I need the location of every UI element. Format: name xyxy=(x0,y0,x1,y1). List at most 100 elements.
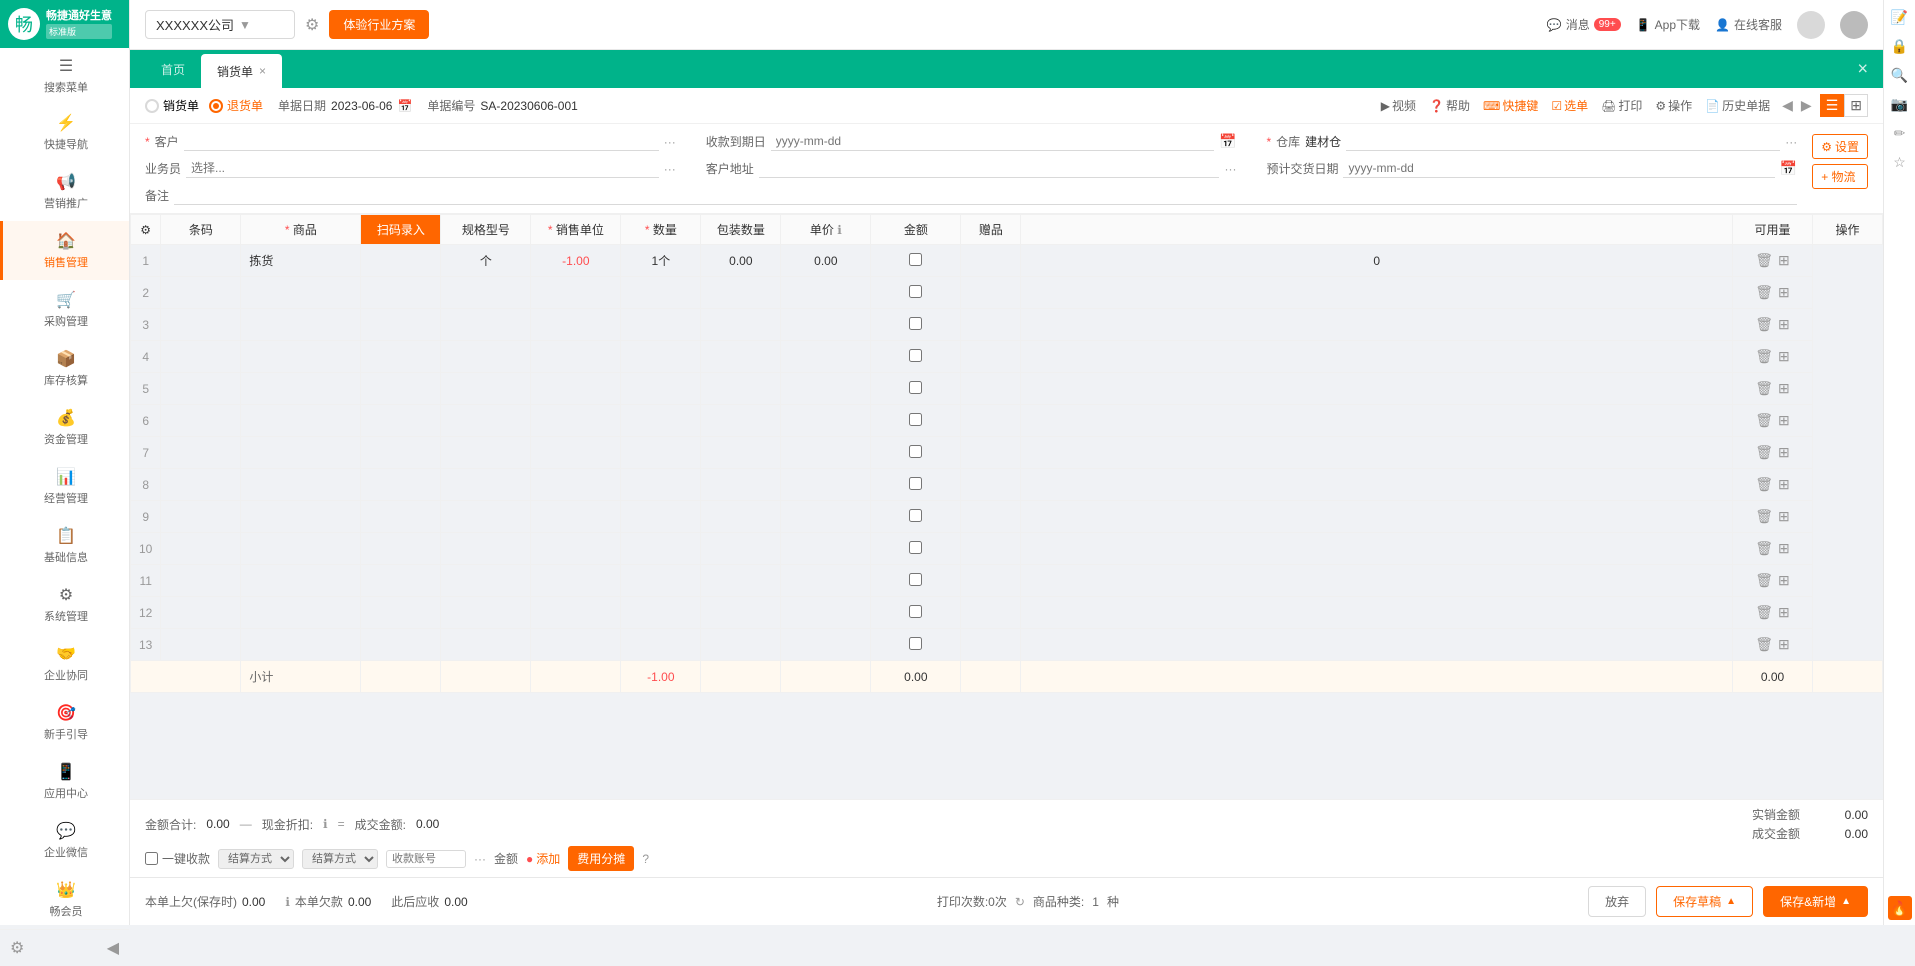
sidebar-item-wechat[interactable]: 💬 企业微信 xyxy=(0,811,129,870)
right-panel-fire-btn[interactable]: 🔥 xyxy=(1888,896,1912,920)
account-dots-icon[interactable]: ··· xyxy=(474,852,486,866)
service-button[interactable]: 👤 在线客服 xyxy=(1715,16,1782,33)
copy-row-btn[interactable]: ⊞ xyxy=(1778,636,1790,653)
abandon-button[interactable]: 放弃 xyxy=(1588,886,1646,917)
gift-checkbox[interactable] xyxy=(879,445,952,458)
customer-address-input[interactable] xyxy=(759,159,1220,178)
collapse-icon[interactable]: ◀ xyxy=(107,938,119,958)
avatar[interactable] xyxy=(1797,11,1825,39)
delete-row-btn[interactable]: 🗑 xyxy=(1755,348,1773,365)
copy-row-btn[interactable]: ⊞ xyxy=(1778,476,1790,493)
right-panel-camera-btn[interactable]: 📷 xyxy=(1888,92,1912,116)
add-payment-btn[interactable]: ● 添加 xyxy=(526,850,560,867)
one-click-pay-checkbox[interactable]: 一键收款 xyxy=(145,850,210,867)
company-selector[interactable]: XXXXXX公司 ▼ xyxy=(145,10,295,39)
next-arrow[interactable]: ▶ xyxy=(1798,97,1815,114)
gift-checkbox[interactable] xyxy=(879,381,952,394)
minus-icon[interactable]: — xyxy=(240,817,252,831)
trial-button[interactable]: 体验行业方案 xyxy=(329,10,429,39)
sidebar-item-collab[interactable]: 🤝 企业协同 xyxy=(0,634,129,693)
gift-checkbox[interactable] xyxy=(879,637,952,650)
row-unit[interactable]: 个 xyxy=(441,245,531,277)
gift-checkbox[interactable] xyxy=(879,413,952,426)
settings-bottom-icon[interactable]: ⚙ xyxy=(10,938,24,958)
calendar-icon-expected[interactable]: 📅 xyxy=(1780,160,1797,177)
calendar-icon-payment[interactable]: 📅 xyxy=(1219,133,1236,150)
delete-row-btn[interactable]: 🗑 xyxy=(1755,380,1773,397)
address-dots-icon[interactable]: ··· xyxy=(1224,162,1236,176)
row-barcode[interactable] xyxy=(161,245,241,277)
payment-method-select2[interactable]: 结算方式 xyxy=(302,849,378,869)
gift-checkbox[interactable] xyxy=(879,573,952,586)
row-unit-price[interactable]: 0.00 xyxy=(701,245,781,277)
settings-button[interactable]: ⚙ ⚙ 设置 设置 xyxy=(1812,134,1868,159)
logistics-button[interactable]: + 物流 xyxy=(1812,164,1868,189)
account-input[interactable] xyxy=(386,850,466,868)
notes-input[interactable] xyxy=(174,186,1797,205)
row-gift[interactable] xyxy=(871,245,961,277)
copy-row-btn[interactable]: ⊞ xyxy=(1778,316,1790,333)
row-spec[interactable] xyxy=(361,245,441,277)
refresh-icon[interactable]: ↻ xyxy=(1015,895,1025,909)
right-panel-search-btn[interactable]: 🔍 xyxy=(1888,63,1912,87)
delete-row-btn[interactable]: 🗑 xyxy=(1755,604,1773,621)
expected-date-input[interactable] xyxy=(1343,159,1774,178)
row-qty[interactable]: -1.00 xyxy=(531,245,621,277)
delete-row-btn[interactable]: 🗑 xyxy=(1755,540,1773,557)
sidebar-item-appstore[interactable]: 📱 应用中心 xyxy=(0,752,129,811)
gift-checkbox[interactable] xyxy=(879,317,952,330)
delete-row-btn[interactable]: 🗑 xyxy=(1755,252,1773,269)
copy-row-btn[interactable]: ⊞ xyxy=(1778,380,1790,397)
copy-row-btn[interactable]: ⊞ xyxy=(1778,572,1790,589)
delete-row-btn[interactable]: 🗑 xyxy=(1755,572,1773,589)
delete-row-btn[interactable]: 🗑 xyxy=(1755,476,1773,493)
gift-checkbox[interactable] xyxy=(879,605,952,618)
prev-arrow[interactable]: ◀ xyxy=(1779,97,1796,114)
settings-icon[interactable]: ⚙ xyxy=(305,15,319,35)
col-scan[interactable]: 扫码录入 xyxy=(361,215,441,245)
payment-date-input[interactable] xyxy=(771,132,1214,151)
right-panel-star-btn[interactable]: ☆ xyxy=(1888,150,1912,174)
message-button[interactable]: 💬 消息 99+ xyxy=(1547,16,1621,33)
print-btn[interactable]: 🖨 打印 xyxy=(1597,95,1646,116)
delete-row-btn[interactable]: 🗑 xyxy=(1755,444,1773,461)
sidebar-item-operation[interactable]: 📊 经营管理 xyxy=(0,457,129,516)
discount-info-icon[interactable]: ℹ xyxy=(323,817,328,831)
gift-checkbox[interactable] xyxy=(879,285,952,298)
expense-help-icon[interactable]: ? xyxy=(642,852,649,866)
grid-view-btn[interactable]: ⊞ xyxy=(1844,94,1868,117)
right-panel-note-btn[interactable]: 📝 xyxy=(1888,5,1912,29)
copy-row-btn[interactable]: ⊞ xyxy=(1778,348,1790,365)
expense-split-btn[interactable]: 费用分摊 xyxy=(568,846,634,871)
barcode-input[interactable] xyxy=(169,254,232,268)
sidebar-item-basic[interactable]: 📋 基础信息 xyxy=(0,516,129,575)
sidebar-item-search[interactable]: ☰ 搜索菜单 xyxy=(0,48,129,103)
sidebar-item-marketing[interactable]: 📢 营销推广 xyxy=(0,162,129,221)
copy-row-btn[interactable]: ⊞ xyxy=(1778,412,1790,429)
sidebar-item-sales[interactable]: 🏠 销售管理 xyxy=(0,221,129,280)
gift-checkbox[interactable] xyxy=(879,477,952,490)
salesperson-dots-icon[interactable]: ··· xyxy=(664,162,676,176)
sidebar-item-shortcut[interactable]: ⚡ 快捷导航 xyxy=(0,103,129,162)
delete-row-btn[interactable]: 🗑 xyxy=(1755,284,1773,301)
radio-return[interactable]: 退货单 xyxy=(209,97,263,114)
select-btn[interactable]: ☑ 选单 xyxy=(1547,95,1592,116)
gift-checkbox[interactable] xyxy=(879,349,952,362)
close-window-icon[interactable]: × xyxy=(1857,59,1868,80)
settings-col-icon[interactable]: ⚙ xyxy=(140,223,151,237)
sidebar-item-inventory[interactable]: 📦 库存核算 xyxy=(0,339,129,398)
video-btn[interactable]: ▶ 视频 xyxy=(1377,95,1420,116)
payment-method-select[interactable]: 结算方式 xyxy=(218,849,294,869)
tab-home[interactable]: 首页 xyxy=(145,50,201,88)
copy-row-btn[interactable]: ⊞ xyxy=(1778,252,1790,269)
copy-row-btn[interactable]: ⊞ xyxy=(1778,508,1790,525)
save-new-button[interactable]: 保存&新增 ▲ xyxy=(1763,886,1868,917)
customer-input[interactable] xyxy=(184,132,659,151)
radio-sales[interactable]: 销货单 xyxy=(145,97,199,114)
copy-row-btn[interactable]: ⊞ xyxy=(1778,444,1790,461)
delete-row-btn[interactable]: 🗑 xyxy=(1755,636,1773,653)
warehouse-dots-icon[interactable]: ··· xyxy=(1785,135,1797,149)
operation-btn[interactable]: ⚙ 操作 xyxy=(1651,95,1696,116)
delete-row-btn[interactable]: 🗑 xyxy=(1755,412,1773,429)
copy-row-btn[interactable]: ⊞ xyxy=(1778,284,1790,301)
